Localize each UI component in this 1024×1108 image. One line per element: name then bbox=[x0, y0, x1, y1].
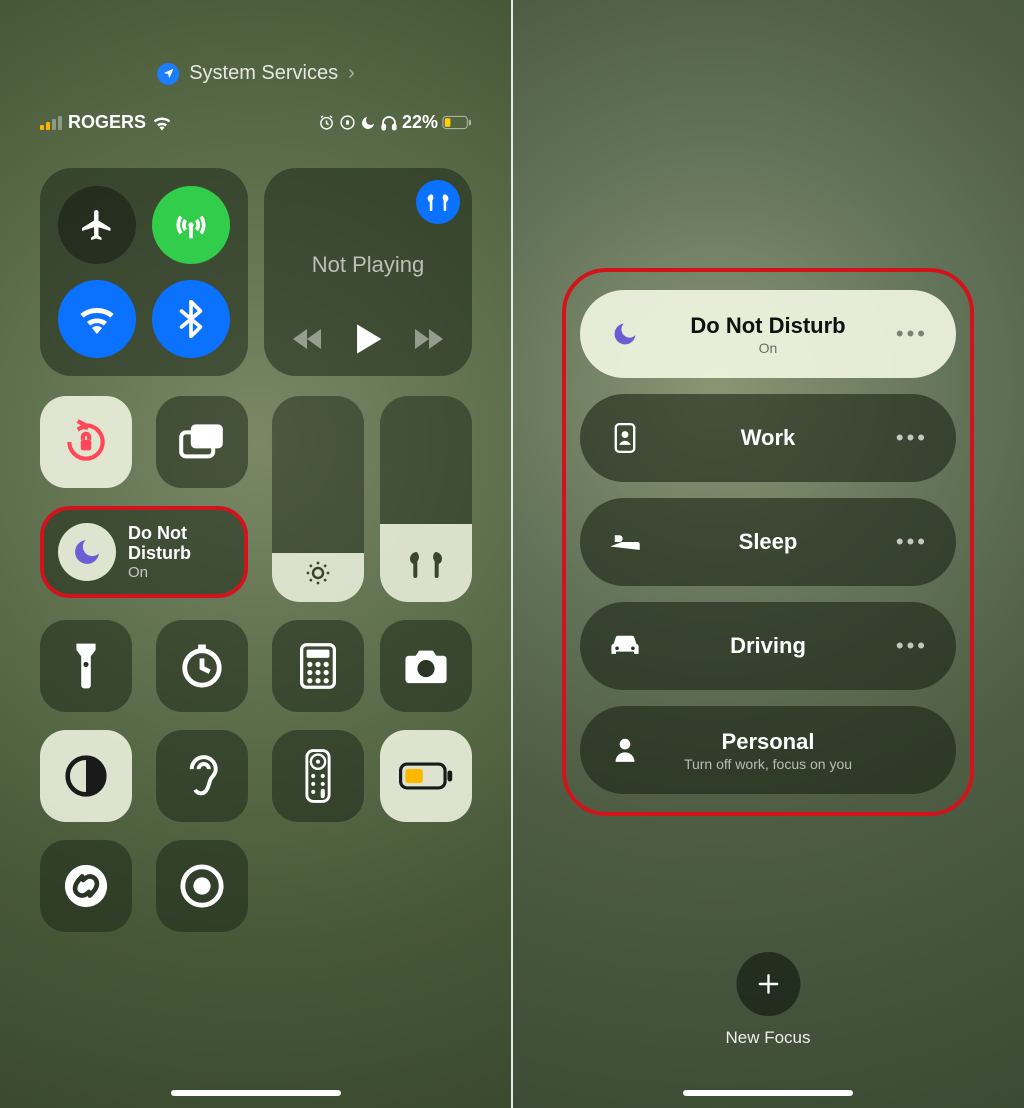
airpods-output-badge[interactable] bbox=[416, 180, 460, 224]
focus-mode-button[interactable]: Do Not Disturb On bbox=[40, 506, 248, 598]
bed-icon bbox=[608, 530, 642, 554]
focus-modes-panel: Do Not Disturb On ••• Work ••• Sleep ••• bbox=[562, 268, 974, 816]
focus-row-title: Work bbox=[642, 425, 894, 451]
apple-tv-remote-button[interactable] bbox=[272, 730, 364, 822]
battery-icon bbox=[442, 115, 472, 130]
more-options-icon[interactable]: ••• bbox=[894, 633, 928, 659]
flashlight-button[interactable] bbox=[40, 620, 132, 712]
play-button[interactable] bbox=[353, 322, 383, 356]
carrier-label: ROGERS bbox=[68, 112, 146, 133]
car-icon bbox=[608, 633, 642, 659]
focus-row-subtitle: Turn off work, focus on you bbox=[642, 756, 894, 772]
media-title: Not Playing bbox=[264, 252, 472, 278]
more-options-icon[interactable]: ••• bbox=[894, 321, 928, 347]
focus-row-title: Driving bbox=[642, 633, 894, 659]
focus-row-title: Do Not Disturb bbox=[642, 313, 894, 339]
battery-percentage: 22% bbox=[402, 112, 438, 133]
focus-status: On bbox=[128, 564, 230, 581]
home-indicator[interactable] bbox=[683, 1090, 853, 1096]
screenshot-divider bbox=[511, 0, 513, 1108]
screen-record-button[interactable] bbox=[156, 840, 248, 932]
airpods-volume-icon bbox=[406, 548, 446, 580]
focus-row-dnd[interactable]: Do Not Disturb On ••• bbox=[580, 290, 956, 378]
wifi-toggle[interactable] bbox=[58, 280, 136, 358]
timer-button[interactable] bbox=[156, 620, 248, 712]
rotation-lock-status-icon bbox=[339, 114, 356, 131]
cellular-data-toggle[interactable] bbox=[152, 186, 230, 264]
status-bar: ROGERS 22% bbox=[0, 112, 512, 133]
cellular-signal-icon bbox=[40, 116, 62, 130]
location-services-label: System Services bbox=[189, 62, 338, 85]
moon-status-icon bbox=[360, 115, 376, 131]
hearing-button[interactable] bbox=[156, 730, 248, 822]
rewind-button[interactable] bbox=[291, 327, 325, 351]
new-focus-button[interactable] bbox=[736, 952, 800, 1016]
moon-icon bbox=[58, 523, 116, 581]
volume-slider[interactable] bbox=[380, 396, 472, 602]
headphones-status-icon bbox=[380, 114, 398, 132]
focus-row-work[interactable]: Work ••• bbox=[580, 394, 956, 482]
forward-button[interactable] bbox=[411, 327, 445, 351]
connectivity-card[interactable] bbox=[40, 168, 248, 376]
dark-mode-button[interactable] bbox=[40, 730, 132, 822]
new-focus-section: New Focus bbox=[725, 952, 810, 1048]
focus-row-subtitle: On bbox=[642, 340, 894, 356]
brightness-slider[interactable] bbox=[272, 396, 364, 602]
calculator-button[interactable] bbox=[272, 620, 364, 712]
more-options-icon[interactable]: ••• bbox=[894, 529, 928, 555]
screen-mirroring-button[interactable] bbox=[156, 396, 248, 488]
shazam-button[interactable] bbox=[40, 840, 132, 932]
focus-title: Do Not Disturb bbox=[128, 523, 230, 564]
brightness-icon bbox=[303, 558, 333, 588]
focus-row-driving[interactable]: Driving ••• bbox=[580, 602, 956, 690]
new-focus-label: New Focus bbox=[725, 1028, 810, 1048]
more-options-icon[interactable]: ••• bbox=[894, 425, 928, 451]
focus-row-personal[interactable]: Personal Turn off work, focus on you ••• bbox=[580, 706, 956, 794]
airplane-mode-toggle[interactable] bbox=[58, 186, 136, 264]
focus-row-title: Sleep bbox=[642, 529, 894, 555]
chevron-right-icon: › bbox=[348, 62, 355, 85]
moon-icon bbox=[608, 320, 642, 348]
camera-button[interactable] bbox=[380, 620, 472, 712]
badge-icon bbox=[608, 423, 642, 453]
wifi-status-icon bbox=[152, 115, 172, 131]
alarm-status-icon bbox=[318, 114, 335, 131]
low-power-mode-button[interactable] bbox=[380, 730, 472, 822]
location-services-indicator[interactable]: System Services › bbox=[157, 62, 355, 85]
person-icon bbox=[608, 737, 642, 763]
rotation-lock-button[interactable] bbox=[40, 396, 132, 488]
media-playback-card[interactable]: Not Playing bbox=[264, 168, 472, 376]
bluetooth-toggle[interactable] bbox=[152, 280, 230, 358]
focus-row-title: Personal bbox=[642, 729, 894, 755]
focus-modes-screen: Do Not Disturb On ••• Work ••• Sleep ••• bbox=[512, 0, 1024, 1108]
home-indicator[interactable] bbox=[171, 1090, 341, 1096]
focus-row-sleep[interactable]: Sleep ••• bbox=[580, 498, 956, 586]
location-arrow-icon bbox=[157, 63, 179, 85]
control-center-screen: System Services › ROGERS 22% bbox=[0, 0, 512, 1108]
